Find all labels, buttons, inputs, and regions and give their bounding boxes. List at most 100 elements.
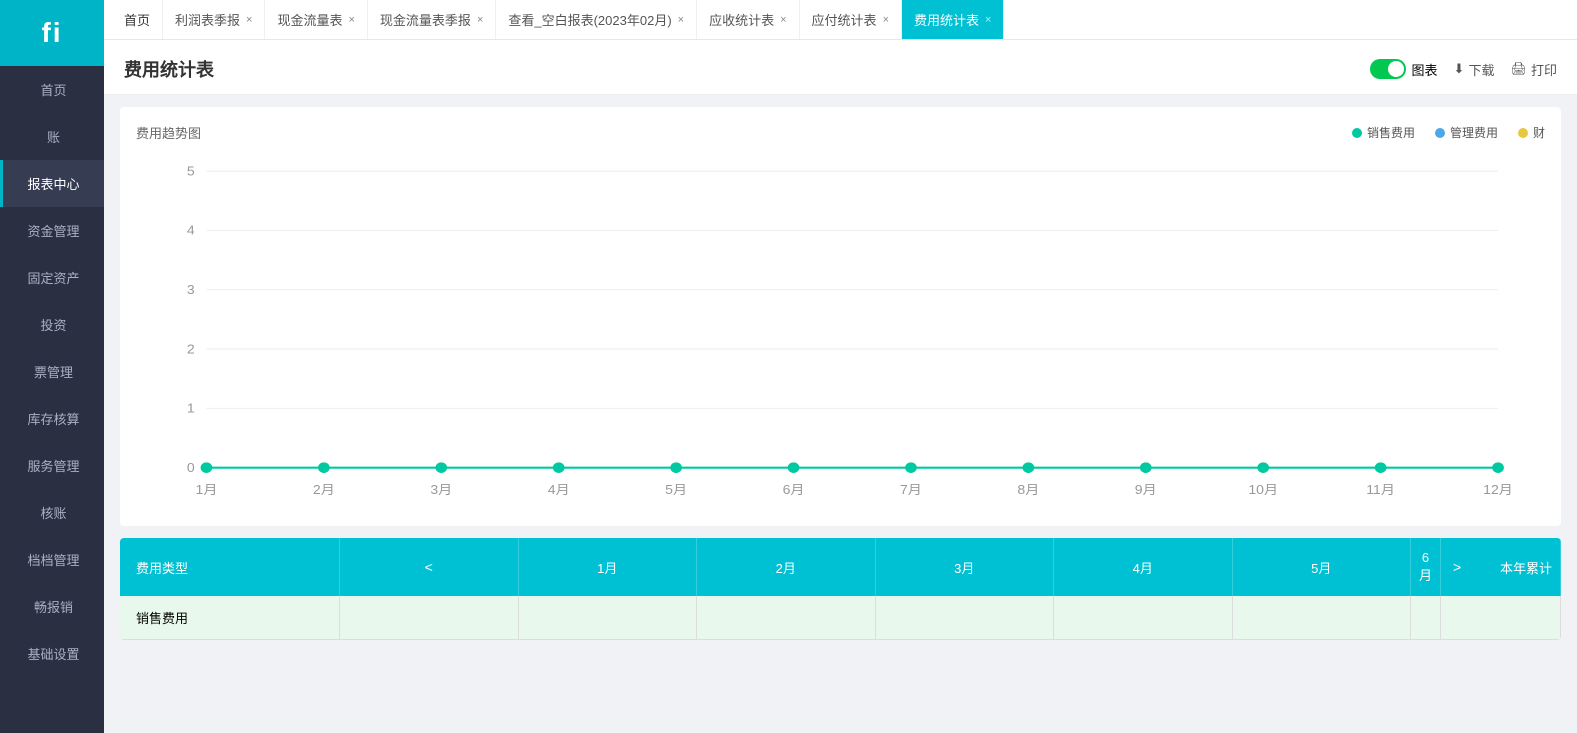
legend-label-sales: 销售费用	[1367, 124, 1415, 141]
td-val-6	[1233, 596, 1412, 639]
next-month-button[interactable]: >	[1449, 559, 1465, 575]
sidebar-item-archive[interactable]: 档档管理	[0, 536, 104, 583]
prev-month-button[interactable]: <	[421, 559, 437, 575]
th-ytd-label: 本年累计	[1500, 558, 1552, 577]
chart-svg: 5 4 3 2 1 0	[136, 150, 1545, 510]
th-month-6: 6月	[1411, 538, 1441, 596]
svg-text:12月: 12月	[1483, 483, 1513, 497]
legend-label-finance: 财	[1533, 124, 1545, 141]
svg-text:0: 0	[187, 461, 195, 475]
svg-text:6月: 6月	[783, 483, 805, 497]
tab-bar: 首页 利润表季报 × 现金流量表 × 现金流量表季报 × 查看_空白报表(202…	[104, 0, 1577, 40]
th-month-2: 2月	[697, 538, 876, 596]
svg-text:10月: 10月	[1248, 483, 1278, 497]
svg-text:1月: 1月	[195, 483, 217, 497]
svg-text:1: 1	[187, 401, 195, 415]
svg-text:2: 2	[187, 342, 195, 356]
th-month-3: 3月	[876, 538, 1055, 596]
svg-text:11月: 11月	[1366, 483, 1395, 497]
tab-cash-flow[interactable]: 现金流量表 ×	[265, 0, 367, 40]
close-icon[interactable]: ×	[780, 14, 786, 26]
chart-header: 费用趋势图 销售费用 管理费用 财	[136, 123, 1545, 142]
legend-item-admin: 管理费用	[1435, 124, 1498, 141]
logo: fi	[0, 0, 104, 66]
sidebar-item-home[interactable]: 首页	[0, 66, 104, 113]
tab-expense[interactable]: 费用统计表 ×	[902, 0, 1004, 40]
sidebar-item-ticket[interactable]: 票管理	[0, 348, 104, 395]
tab-home[interactable]: 首页	[112, 0, 163, 40]
print-icon: 🖨	[1510, 61, 1527, 77]
td-val-5	[1054, 596, 1233, 639]
page-content: 费用统计表 图表 ⬇ 下载 🖨 打印 费用趋势图	[104, 40, 1577, 733]
page-actions: 图表 ⬇ 下载 🖨 打印	[1370, 59, 1557, 79]
close-icon[interactable]: ×	[678, 14, 684, 26]
print-button[interactable]: 🖨 打印	[1510, 60, 1557, 79]
tab-profit-quarter[interactable]: 利润表季报 ×	[163, 0, 265, 40]
td-val-1	[340, 596, 519, 639]
th-month-1: 1月	[519, 538, 698, 596]
sidebar-item-service[interactable]: 服务管理	[0, 442, 104, 489]
svg-text:7月: 7月	[900, 483, 922, 497]
legend-dot-sales	[1352, 128, 1362, 138]
svg-text:4月: 4月	[548, 483, 570, 497]
td-val-3	[697, 596, 876, 639]
svg-text:4: 4	[187, 223, 195, 237]
main-content: 首页 利润表季报 × 现金流量表 × 现金流量表季报 × 查看_空白报表(202…	[104, 0, 1577, 733]
chart-area: 5 4 3 2 1 0	[136, 150, 1545, 510]
td-cost-type: 销售费用	[120, 596, 340, 639]
tab-blank-report[interactable]: 查看_空白报表(2023年02月) ×	[496, 0, 697, 40]
chart-section: 费用趋势图 销售费用 管理费用 财	[120, 107, 1561, 526]
sidebar-item-inventory[interactable]: 库存核算	[0, 395, 104, 442]
chart-legend: 销售费用 管理费用 财	[1352, 124, 1545, 141]
legend-item-finance: 财	[1518, 124, 1545, 141]
td-val-7	[1411, 596, 1441, 639]
sidebar-item-base-settings[interactable]: 基础设置	[0, 630, 104, 677]
td-val-4	[876, 596, 1055, 639]
page-header: 费用统计表 图表 ⬇ 下载 🖨 打印	[104, 40, 1577, 95]
table-header: 费用类型 < 1月 2月 3月 4月 5月 6月 > 本年累计	[120, 538, 1561, 596]
svg-text:3月: 3月	[430, 483, 452, 497]
sidebar-item-fund-management[interactable]: 资金管理	[0, 207, 104, 254]
svg-text:2月: 2月	[313, 483, 335, 497]
download-button[interactable]: ⬇ 下载	[1454, 60, 1495, 79]
svg-text:5: 5	[187, 164, 195, 178]
tab-receivable[interactable]: 应收统计表 ×	[697, 0, 799, 40]
th-prev-btn[interactable]: <	[340, 538, 519, 596]
th-next-ytd: > 本年累计	[1441, 538, 1561, 596]
chart-toggle-wrap[interactable]: 图表	[1370, 59, 1438, 79]
sidebar-item-accounting[interactable]: 核账	[0, 489, 104, 536]
tab-payable[interactable]: 应付统计表 ×	[800, 0, 902, 40]
sidebar-item-report-center[interactable]: 报表中心	[0, 160, 104, 207]
sidebar-item-sales[interactable]: 畅报销	[0, 583, 104, 630]
chart-title: 费用趋势图	[136, 123, 201, 142]
table-section: 费用类型 < 1月 2月 3月 4月 5月 6月 > 本年累计 销售费用	[120, 538, 1561, 640]
legend-item-sales: 销售费用	[1352, 124, 1415, 141]
legend-label-admin: 管理费用	[1450, 124, 1498, 141]
table-row: 销售费用	[120, 596, 1561, 640]
sidebar-item-account[interactable]: 账	[0, 113, 104, 160]
th-month-5: 5月	[1233, 538, 1412, 596]
svg-text:3: 3	[187, 283, 195, 297]
close-icon[interactable]: ×	[883, 14, 889, 26]
sidebar-item-fixed-assets[interactable]: 固定资产	[0, 254, 104, 301]
sidebar-item-investment[interactable]: 投资	[0, 301, 104, 348]
legend-dot-admin	[1435, 128, 1445, 138]
td-ytd	[1441, 596, 1561, 639]
page-title: 费用统计表	[124, 56, 214, 82]
svg-text:9月: 9月	[1135, 483, 1157, 497]
close-icon[interactable]: ×	[246, 14, 252, 26]
th-month-4: 4月	[1054, 538, 1233, 596]
sidebar: fi 首页 账 报表中心 资金管理 固定资产 投资 票管理 库存核算 服务管理 …	[0, 0, 104, 733]
chart-toggle-label: 图表	[1412, 60, 1438, 79]
close-icon[interactable]: ×	[477, 14, 483, 26]
legend-dot-finance	[1518, 128, 1528, 138]
close-icon[interactable]: ×	[985, 14, 991, 26]
td-val-2	[519, 596, 698, 639]
tab-cash-flow-quarter[interactable]: 现金流量表季报 ×	[368, 0, 496, 40]
svg-text:8月: 8月	[1017, 483, 1039, 497]
svg-text:5月: 5月	[665, 483, 687, 497]
th-cost-type: 费用类型	[120, 538, 340, 596]
download-icon: ⬇	[1454, 61, 1465, 77]
chart-toggle[interactable]	[1370, 59, 1406, 79]
close-icon[interactable]: ×	[348, 14, 354, 26]
